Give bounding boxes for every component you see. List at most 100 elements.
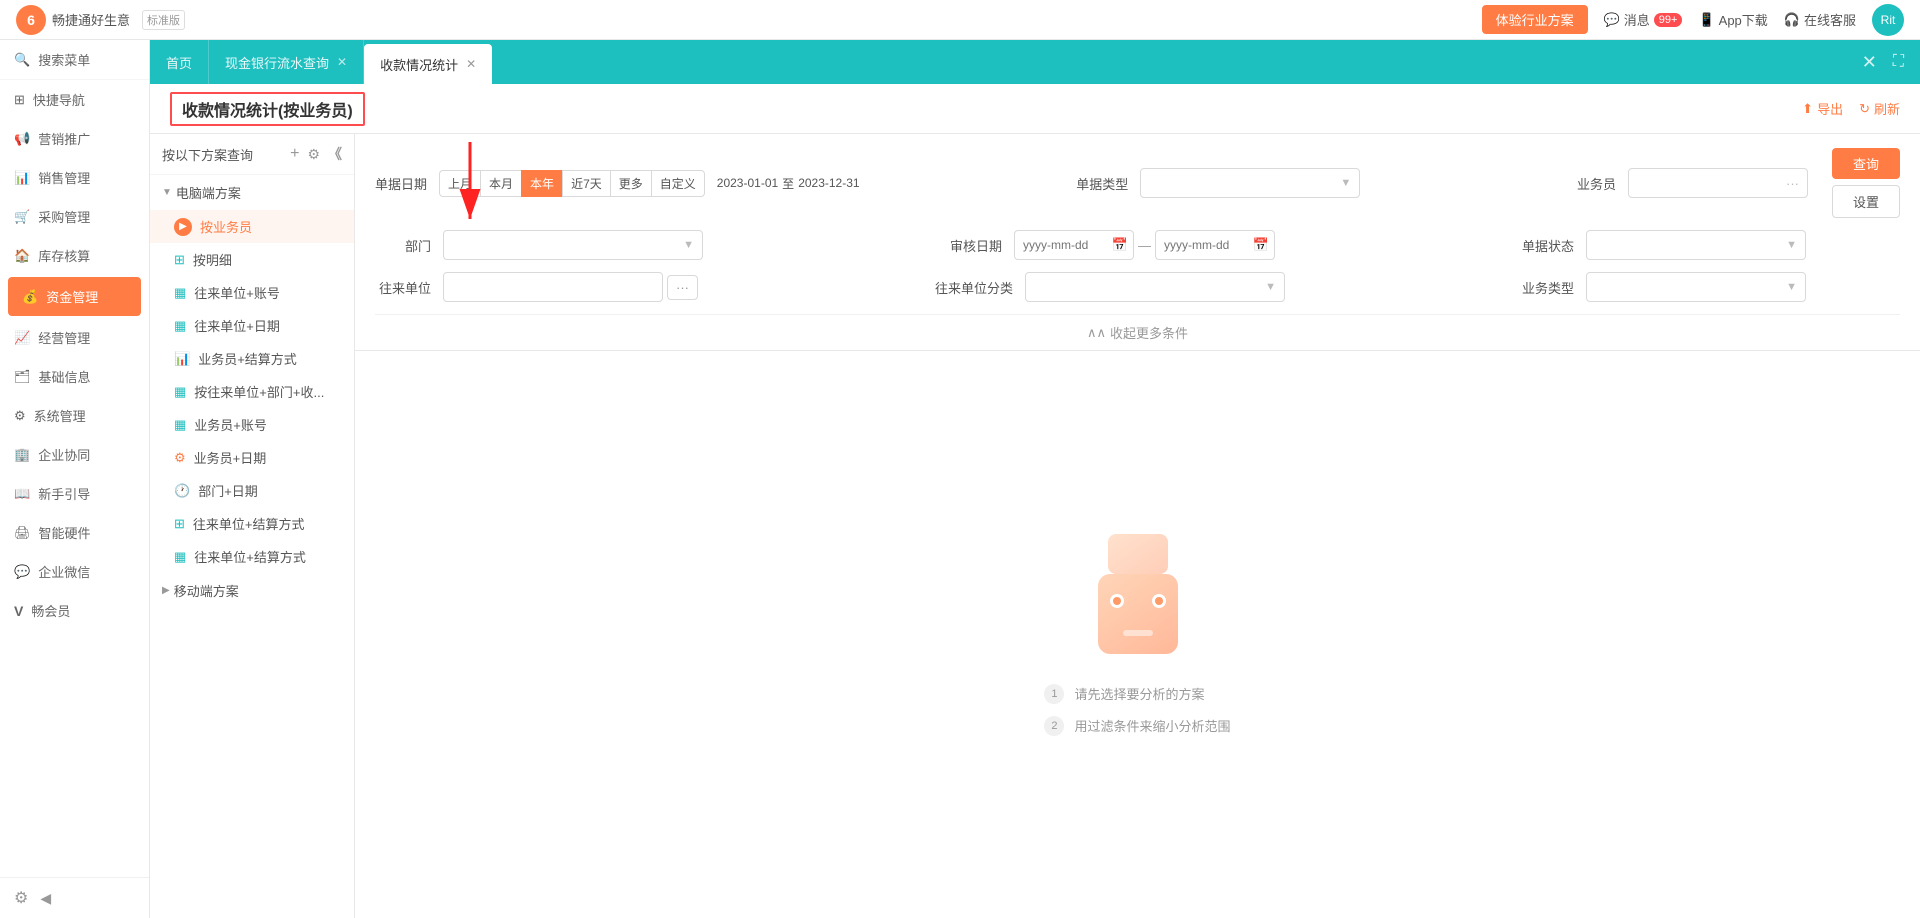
sidebar-item-wechat[interactable]: 💬 企业微信 [0, 552, 149, 591]
salesperson-field[interactable]: ··· [1628, 168, 1808, 198]
maximize-window-btn[interactable]: ⛶ [1893, 53, 1904, 71]
table4-icon: ▦ [174, 417, 186, 433]
scheme-item-customer-payment2[interactable]: ▦ 往来单位+结算方式 [150, 540, 354, 573]
enterprise-icon: 🏢 [14, 447, 30, 463]
sidebar-item-inventory[interactable]: 🏠 库存核算 [0, 236, 149, 275]
date-to-value: 2023-12-31 [798, 176, 859, 190]
customer-category-dropdown-icon: ▼ [1265, 281, 1276, 293]
sidebar-item-smart-hw[interactable]: 🖨 智能硬件 [0, 513, 149, 552]
scheme-collapse-btn[interactable]: 《 [328, 144, 342, 164]
sidebar-item-member[interactable]: V 畅会员 [0, 591, 149, 630]
download-icon: 📱 [1698, 12, 1714, 28]
sidebar-item-sales[interactable]: 📊 销售管理 [0, 158, 149, 197]
date-tab-last-month[interactable]: 上月 [439, 170, 480, 197]
sidebar-item-marketing[interactable]: 📢 营销推广 [0, 119, 149, 158]
sidebar-item-quick-nav[interactable]: ⊞ 快捷导航 [0, 80, 149, 119]
sidebar-item-search[interactable]: 🔍 搜索菜单 [0, 40, 149, 80]
purchase-icon: 🛒 [14, 209, 30, 225]
scheme-item-by-detail[interactable]: ⊞ 按明细 [150, 243, 354, 276]
sidebar-collapse-btn[interactable]: ◀ [40, 890, 51, 907]
scheme-item-salesperson-date[interactable]: ⚙ 业务员+日期 [150, 441, 354, 474]
scheme-item-customer-date[interactable]: ▦ 往来单位+日期 [150, 309, 354, 342]
scheme-item-dept-date[interactable]: 🕐 部门+日期 [150, 474, 354, 507]
doc-status-dropdown-icon: ▼ [1786, 239, 1797, 251]
arrow-down-icon: ▼ [162, 187, 172, 198]
dept-field[interactable]: ▼ [443, 230, 703, 260]
tab-bank-flow[interactable]: 现金银行流水查询 ✕ [209, 40, 364, 84]
scheme-item-customer-dept-col[interactable]: ▦ 按往来单位+部门+收... [150, 375, 354, 408]
basic-info-icon: 🗂 [14, 369, 31, 385]
smart-hw-icon: 🖨 [14, 525, 31, 541]
table1-icon: ▦ [174, 285, 186, 301]
scheme-panel: 按以下方案查询 + ⚙ 《 ▼ 电脑端方案 ▶ [150, 134, 355, 918]
empty-state: 1 请先选择要分析的方案 2 用过滤条件来缩小分析范围 [355, 351, 1920, 918]
guide-icon: 📖 [14, 486, 30, 502]
collapse-conditions-btn[interactable]: ∧∧ 收起更多条件 [375, 314, 1900, 350]
customer-category-label: 往来单位分类 [935, 278, 1013, 297]
customer-field[interactable] [443, 272, 663, 302]
sidebar-item-enterprise[interactable]: 🏢 企业协同 [0, 435, 149, 474]
settings-button[interactable]: 设置 [1832, 185, 1900, 218]
app-name: 畅捷通好生意 [52, 10, 130, 29]
sidebar-settings-btn[interactable]: ⚙ [14, 888, 28, 908]
export-icon: ⬆ [1802, 101, 1813, 117]
tab-collection-stats[interactable]: 收款情况统计 ✕ [364, 44, 492, 84]
date-from-value: 2023-01-01 [717, 176, 778, 190]
dept-dropdown-icon: ▼ [683, 239, 694, 251]
customer-more-btn[interactable]: ··· [667, 275, 698, 300]
user-avatar[interactable]: Rit [1872, 4, 1904, 36]
wechat-icon: 💬 [14, 564, 30, 580]
export-btn[interactable]: ⬆ 导出 [1802, 99, 1843, 118]
sidebar-item-purchase[interactable]: 🛒 采购管理 [0, 197, 149, 236]
notification-label: 消息 [1624, 10, 1650, 29]
empty-tip-2: 2 用过滤条件来缩小分析范围 [1044, 716, 1230, 736]
scheme-item-salesperson-payment[interactable]: 📊 业务员+结算方式 [150, 342, 354, 375]
search-icon: 🔍 [14, 52, 30, 68]
collapse-icon: ∧∧ [1087, 325, 1106, 341]
close-window-btn[interactable]: ✕ [1862, 52, 1877, 73]
chart-icon: 📊 [174, 351, 190, 367]
date-tab-this-year[interactable]: 本年 [521, 170, 562, 197]
customer-category-field[interactable]: ▼ [1025, 272, 1285, 302]
tab-collection-stats-close[interactable]: ✕ [466, 57, 476, 71]
scheme-item-customer-payment1[interactable]: ⊞ 往来单位+结算方式 [150, 507, 354, 540]
salesperson-label: 业务员 [1577, 174, 1616, 193]
scheme-item-by-salesperson[interactable]: ▶ 按业务员 [150, 210, 354, 243]
date-tab-more[interactable]: 更多 [610, 170, 651, 197]
doc-type-field[interactable]: ▼ [1140, 168, 1360, 198]
business-type-field[interactable]: ▼ [1586, 272, 1806, 302]
clock-icon: 🕐 [174, 483, 190, 499]
date-tab-this-month[interactable]: 本月 [480, 170, 521, 197]
service-icon: 🎧 [1784, 12, 1800, 28]
refresh-btn[interactable]: ↻ 刷新 [1859, 99, 1900, 118]
scheme-group-mobile-title[interactable]: ▶ 移动端方案 [150, 573, 354, 608]
sidebar-item-operations[interactable]: 📈 经营管理 [0, 318, 149, 357]
scheme-item-customer-account[interactable]: ▦ 往来单位+账号 [150, 276, 354, 309]
query-button[interactable]: 查询 [1832, 148, 1900, 179]
scheme-add-btn[interactable]: + [290, 145, 299, 163]
salesperson-scheme-icon: ▶ [174, 218, 192, 236]
notification-area[interactable]: 💬 消息 99+ [1604, 10, 1683, 29]
tab-bank-flow-close[interactable]: ✕ [337, 55, 347, 69]
online-service-link[interactable]: 🎧 在线客服 [1784, 10, 1856, 29]
date-tab-last-7days[interactable]: 近7天 [562, 170, 610, 197]
app-download-link[interactable]: 📱 App下载 [1698, 10, 1767, 29]
trial-button[interactable]: 体验行业方案 [1482, 5, 1588, 34]
tab-bar: 首页 现金银行流水查询 ✕ 收款情况统计 ✕ ✕ ⛶ [150, 40, 1920, 84]
sales-icon: 📊 [14, 170, 30, 186]
review-date-label: 审核日期 [950, 236, 1002, 255]
scheme-group-mobile: ▶ 移动端方案 [150, 573, 354, 608]
scheme-group-desktop-title[interactable]: ▼ 电脑端方案 [150, 175, 354, 210]
scheme-item-salesperson-account[interactable]: ▦ 业务员+账号 [150, 408, 354, 441]
doc-status-field[interactable]: ▼ [1586, 230, 1806, 260]
sidebar-item-guide[interactable]: 📖 新手引导 [0, 474, 149, 513]
date-tab-custom[interactable]: 自定义 [651, 170, 705, 197]
scheme-settings-btn[interactable]: ⚙ [307, 146, 320, 163]
tab-home[interactable]: 首页 [150, 40, 209, 84]
sidebar-item-basic-info[interactable]: 🗂 基础信息 [0, 357, 149, 396]
date-tabs: 上月 本月 本年 近7天 更多 自定义 [439, 170, 705, 197]
sidebar-item-finance[interactable]: 💰 资金管理 [8, 277, 141, 316]
robot-illustration [1078, 534, 1198, 664]
sidebar-item-system[interactable]: ⚙ 系统管理 [0, 396, 149, 435]
table2-icon: ▦ [174, 318, 186, 334]
